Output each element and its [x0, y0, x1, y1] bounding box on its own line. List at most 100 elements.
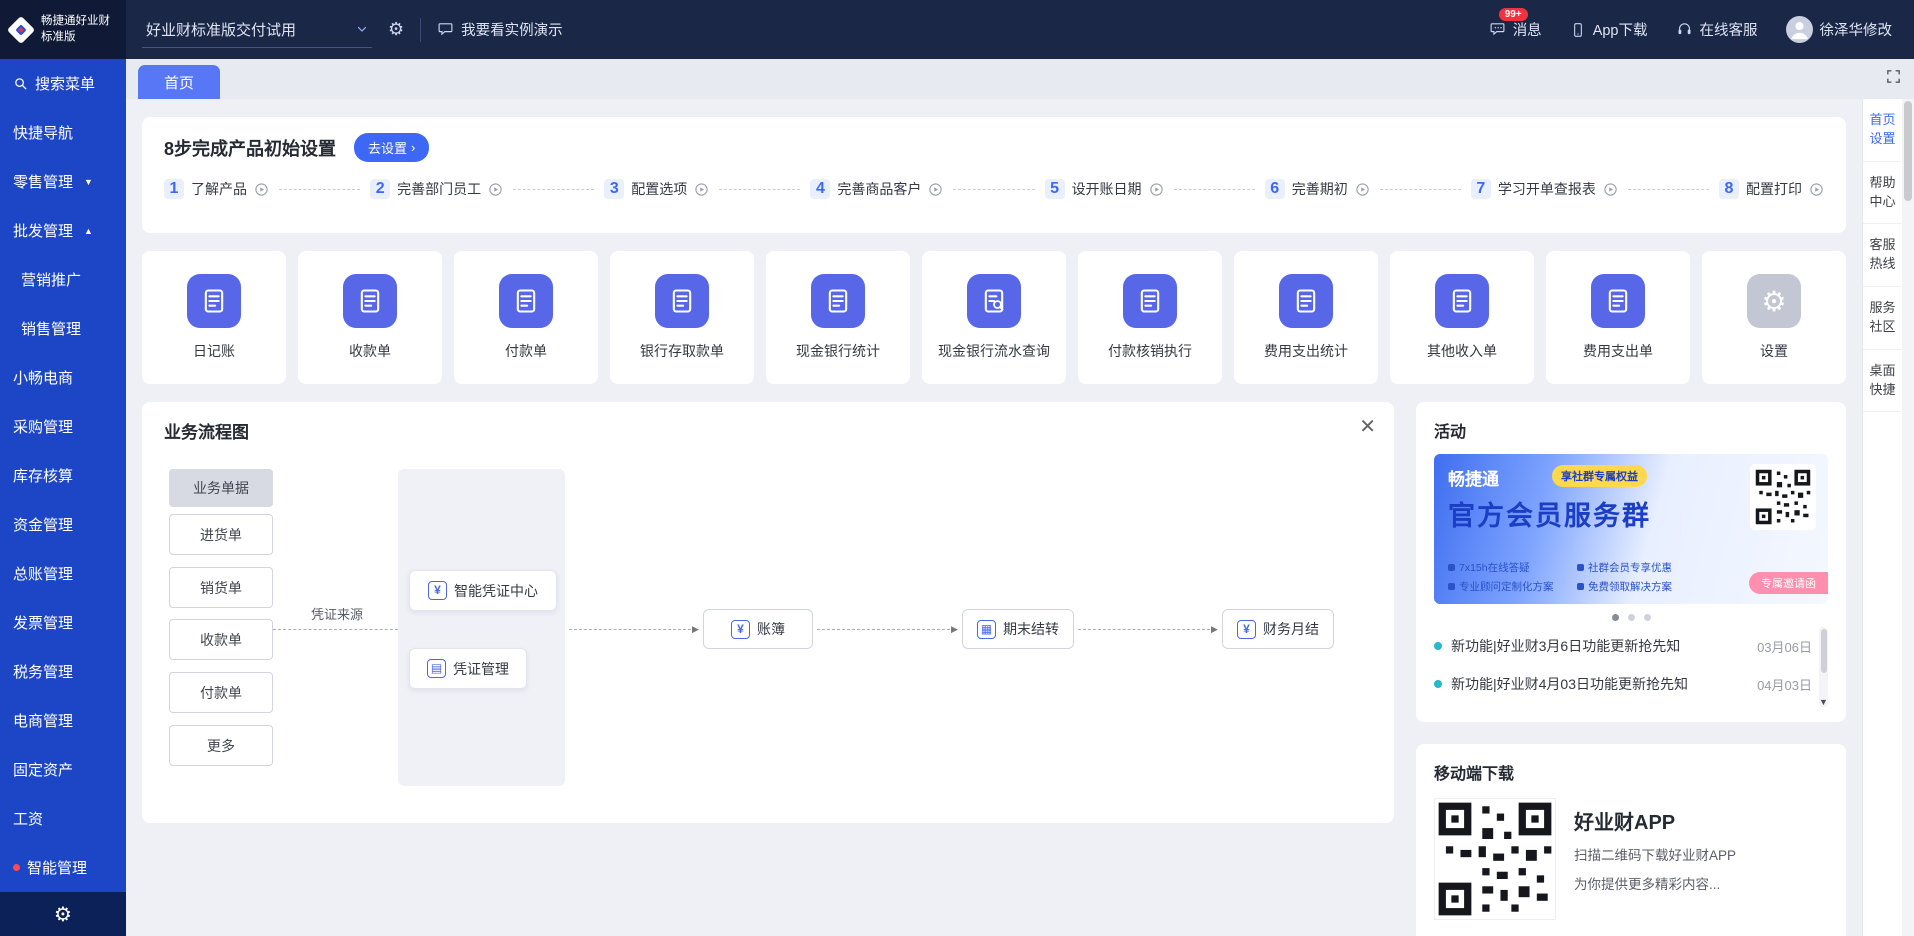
sidebar-item-label: 库存核算 — [13, 468, 74, 485]
sidebar-item-invoice[interactable]: 发票管理 — [0, 598, 126, 647]
quick-card-expense-stats[interactable]: 费用支出统计 — [1234, 251, 1378, 384]
step-label: 配置打印 — [1745, 181, 1802, 197]
banner-brand: 畅捷通 — [1448, 470, 1499, 489]
setup-step-2[interactable]: 2 完善部门员工 — [370, 179, 503, 199]
quick-card-other-income[interactable]: 其他收入单 — [1390, 251, 1534, 384]
messages-badge: 99+ — [1498, 8, 1528, 21]
sidebar-item-ecommerce-xiaochang[interactable]: 小畅电商 — [0, 353, 126, 402]
carousel-dot[interactable] — [1643, 614, 1651, 621]
strip-item-help-center[interactable]: 帮助中心 — [1863, 162, 1902, 225]
close-icon[interactable]: ✕ — [1359, 414, 1376, 439]
play-circle-icon[interactable] — [1149, 182, 1164, 197]
demo-link[interactable]: 我要看实例演示 — [437, 19, 563, 40]
sidebar-item-funds[interactable]: 资金管理 — [0, 500, 126, 549]
strip-item-service-community[interactable]: 服务社区 — [1863, 287, 1902, 350]
play-circle-icon[interactable] — [1809, 182, 1824, 197]
user-menu[interactable]: 徐泽华修改 — [1785, 16, 1892, 43]
sidebar-item-purchase[interactable]: 采购管理 — [0, 402, 126, 451]
quick-card-payment-writeoff[interactable]: 付款核销执行 — [1078, 251, 1222, 384]
online-service-button[interactable]: 在线客服 — [1676, 19, 1758, 40]
sidebar-item-sales[interactable]: 销售管理 — [0, 304, 126, 353]
carousel-dot[interactable] — [1611, 614, 1619, 621]
quick-card-expense[interactable]: 费用支出单 — [1546, 251, 1690, 384]
news-scrollbar-thumb[interactable] — [1820, 629, 1827, 673]
sidebar-item-payroll[interactable]: 工资 — [0, 794, 126, 843]
quick-card-bank-deposit[interactable]: 银行存取款单 — [610, 251, 754, 384]
page-scrollbar-thumb[interactable] — [1904, 101, 1912, 201]
voucher-management[interactable]: ▤ 凭证管理 — [409, 648, 527, 689]
quick-card-cash-bank-stats[interactable]: 现金银行统计 — [766, 251, 910, 384]
setup-steps-card: 8步完成产品初始设置 去设置 › 1 了解产品 2 完善部门员工 3 配置选项 … — [142, 117, 1846, 233]
go-setup-button[interactable]: 去设置 › — [354, 133, 430, 162]
mobile-download-card: 移动端下载 好业财APP 扫描二维码下载好业财APP 为你提供更多精彩内容... — [1416, 744, 1846, 936]
sidebar-settings-button[interactable]: ⚙ — [0, 892, 126, 936]
strip-item-desktop-shortcut[interactable]: 桌面快捷 — [1863, 350, 1902, 413]
strip-item-service-hotline[interactable]: 客服热线 — [1863, 224, 1902, 288]
ledger-box[interactable]: ¥ 账簿 — [703, 609, 813, 649]
setup-step-6[interactable]: 6 完善期初 — [1264, 179, 1370, 199]
play-circle-icon[interactable] — [1603, 182, 1618, 197]
carousel-dot[interactable] — [1627, 614, 1635, 621]
settings-gear-icon[interactable]: ⚙ — [388, 19, 404, 40]
sidebar-item-smart-management[interactable]: 智能管理 — [0, 843, 126, 892]
sidebar-item-marketing[interactable]: 营销推广 — [0, 255, 126, 304]
flow-doc-more[interactable]: 更多 — [169, 725, 273, 766]
sidebar-item-label: 零售管理 — [13, 174, 74, 191]
qr-code-icon — [1434, 798, 1556, 920]
sidebar-item-label: 智能管理 — [27, 860, 88, 877]
page-scrollbar[interactable] — [1902, 99, 1914, 936]
sidebar-item-fixed-assets[interactable]: 固定资产 — [0, 745, 126, 794]
news-item[interactable]: 新功能|好业财3月6日功能更新抢先知 03月06日 — [1434, 627, 1812, 665]
sidebar-item-inventory[interactable]: 库存核算 — [0, 451, 126, 500]
app-download-button[interactable]: App下载 — [1570, 19, 1648, 40]
messages-button[interactable]: 99+ 消息 — [1489, 8, 1542, 40]
tab-home[interactable]: 首页 — [138, 65, 221, 99]
sidebar-item-wholesale[interactable]: 批发管理 ▲ — [0, 206, 126, 255]
setup-step-7[interactable]: 7 学习开单查报表 — [1470, 179, 1618, 199]
flow-doc-receipt-order[interactable]: 收款单 — [169, 619, 273, 660]
quick-card-cash-bank-query[interactable]: 现金银行流水查询 — [922, 251, 1066, 384]
setup-step-3[interactable]: 3 配置选项 — [604, 179, 709, 199]
sidebar-item-quick-nav[interactable]: 快捷导航 — [0, 108, 126, 157]
step-connector — [279, 188, 361, 190]
quick-card-journal[interactable]: 日记账 — [142, 251, 286, 384]
flow-doc-payment-order[interactable]: 付款单 — [169, 672, 273, 713]
scroll-down-arrow-icon[interactable]: ▼ — [1819, 697, 1828, 707]
app-logo[interactable]: 畅捷通好业财 标准版 — [0, 0, 126, 59]
strip-item-home-settings[interactable]: 首页设置 — [1863, 99, 1902, 162]
activity-banner[interactable]: 畅捷通 享社群专属权益 官方会员服务群 7x15h在线答疑 社群会员专享优惠 专… — [1434, 454, 1828, 604]
quick-card-receipt[interactable]: 收款单 — [298, 251, 442, 384]
play-circle-icon[interactable] — [254, 182, 269, 197]
sidebar-item-tax[interactable]: 税务管理 — [0, 647, 126, 696]
speech-bubble-icon — [437, 21, 454, 38]
sidebar-item-search-menu[interactable]: 搜索菜单 — [0, 59, 126, 108]
main-content: 8步完成产品初始设置 去设置 › 1 了解产品 2 完善部门员工 3 配置选项 … — [126, 99, 1862, 936]
quick-card-payment[interactable]: 付款单 — [454, 251, 598, 384]
sidebar-item-label: 总账管理 — [13, 566, 74, 583]
quick-card-settings[interactable]: ⚙ 设置 — [1702, 251, 1846, 384]
play-circle-icon[interactable] — [928, 182, 943, 197]
period-end-box[interactable]: ▦ 期末结转 — [962, 609, 1074, 649]
flow-doc-sales-order[interactable]: 销货单 — [169, 567, 273, 608]
play-circle-icon[interactable] — [694, 182, 709, 197]
step-connector — [513, 188, 595, 190]
smart-voucher-center[interactable]: ¥ 智能凭证中心 — [409, 570, 557, 611]
right-column: 活动 畅捷通 享社群专属权益 官方会员服务群 7x15h在线答疑 社群会员专享优… — [1416, 402, 1846, 936]
monthly-close-box[interactable]: ¥ 财务月结 — [1222, 609, 1334, 649]
product-selector[interactable]: 好业财标准版交付试用 — [142, 12, 373, 48]
sidebar-item-general-ledger[interactable]: 总账管理 — [0, 549, 126, 598]
sidebar-item-ecommerce[interactable]: 电商管理 — [0, 696, 126, 745]
app-name: 好业财APP — [1574, 812, 1676, 834]
sidebar-item-label: 销售管理 — [21, 321, 82, 338]
play-circle-icon[interactable] — [488, 182, 503, 197]
fullscreen-expand-icon[interactable] — [1885, 68, 1902, 85]
setup-step-5[interactable]: 5 设开账日期 — [1044, 179, 1164, 199]
setup-step-1[interactable]: 1 了解产品 — [164, 179, 269, 199]
setup-step-4[interactable]: 4 完善商品客户 — [810, 179, 943, 199]
chevron-down-icon — [356, 23, 368, 35]
play-circle-icon[interactable] — [1355, 182, 1370, 197]
setup-step-8[interactable]: 8 配置打印 — [1718, 179, 1824, 199]
news-item[interactable]: 新功能|好业财4月03日功能更新抢先知 04月03日 — [1434, 665, 1812, 703]
flow-doc-purchase-order[interactable]: 进货单 — [169, 514, 273, 555]
sidebar-item-retail[interactable]: 零售管理 ▼ — [0, 157, 126, 206]
